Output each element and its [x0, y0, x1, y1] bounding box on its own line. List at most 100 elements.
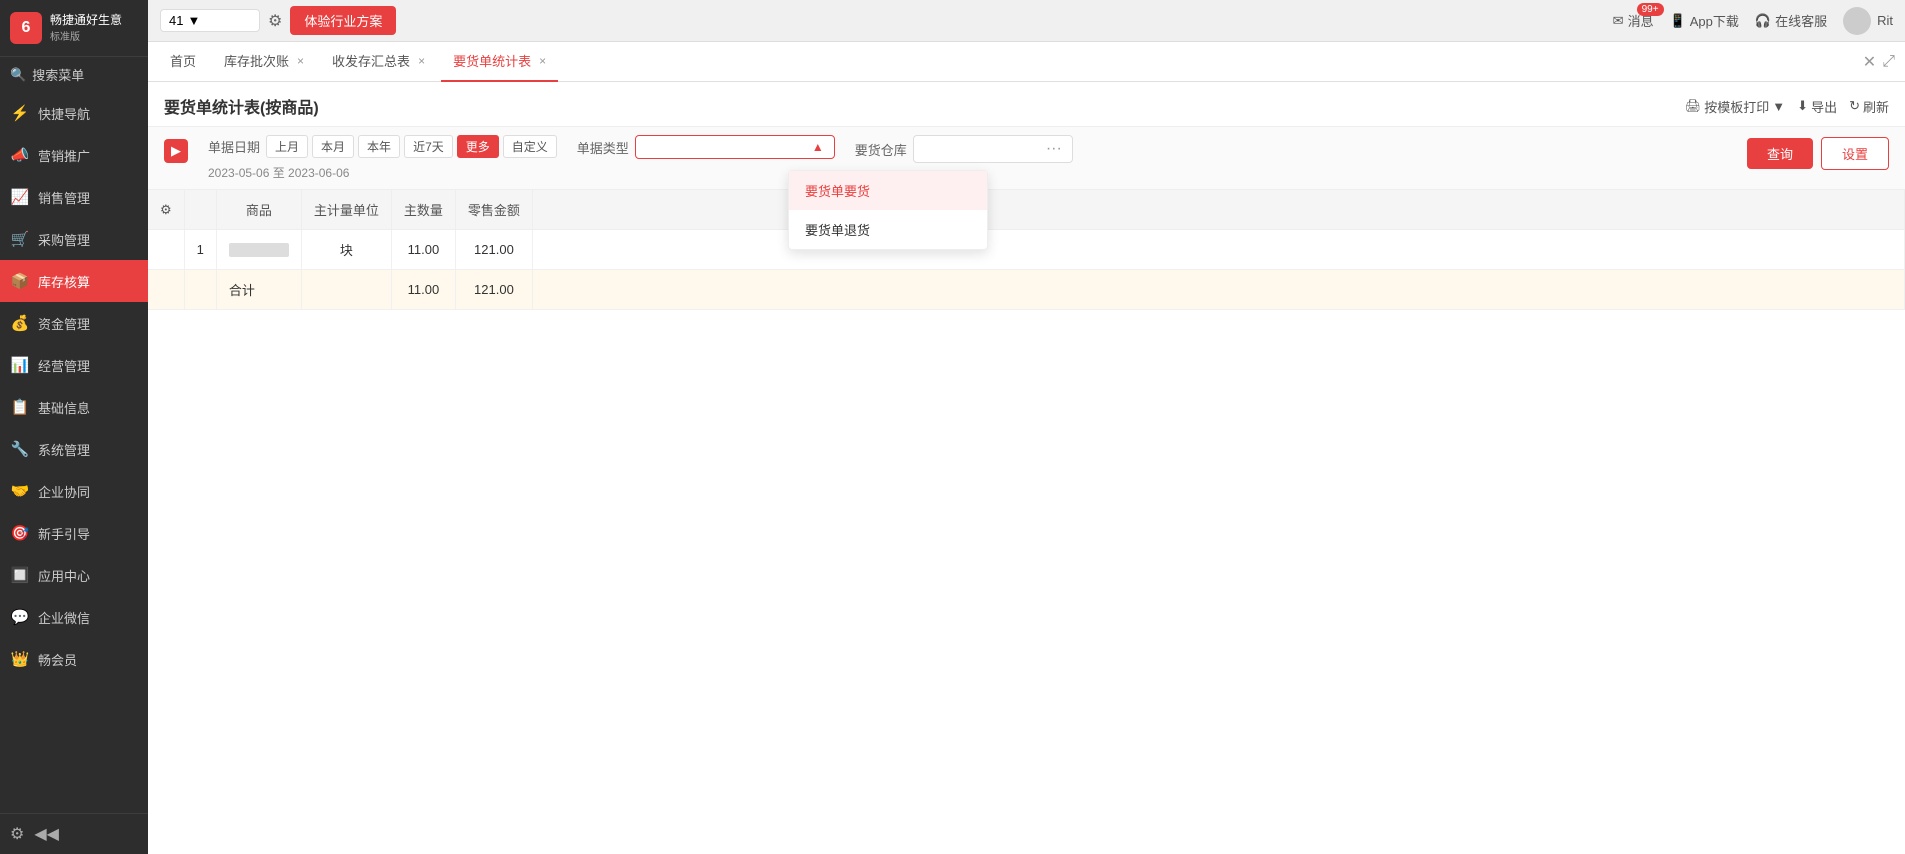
- headset-icon: 🎧: [1755, 13, 1771, 29]
- nav-label-system: 系统管理: [38, 440, 90, 459]
- sidebar-item-newbie[interactable]: 🎯 新手引导: [0, 512, 148, 554]
- custom-btn[interactable]: 自定义: [503, 135, 557, 158]
- nav-icon-inventory: 📦: [10, 271, 30, 291]
- message-btn[interactable]: ✉ 消息 99+: [1613, 11, 1654, 30]
- topbar: 41 ▼ ⚙ 体验行业方案 ✉ 消息 99+ 📱 App下载 🎧 在线客服 R: [148, 0, 1905, 42]
- tabs-actions: ✕ ⤢: [1863, 52, 1895, 72]
- dropdown-item-order-return[interactable]: 要货单退货: [789, 210, 987, 249]
- nav-label-operations: 经营管理: [38, 356, 90, 375]
- filter-expand-btn[interactable]: ▶: [164, 139, 188, 163]
- tab-inventory-batch-close[interactable]: ×: [297, 54, 304, 68]
- message-icon: ✉: [1613, 13, 1624, 29]
- footer-label: 合计: [216, 270, 301, 310]
- nav-label-purchase: 采购管理: [38, 230, 90, 249]
- online-service-btn[interactable]: 🎧 在线客服: [1755, 11, 1827, 30]
- more-btn[interactable]: 更多: [457, 135, 499, 158]
- this-month-btn[interactable]: 本月: [312, 135, 354, 158]
- user-area[interactable]: Rit: [1843, 7, 1893, 35]
- nav-icon-marketing: 📣: [10, 145, 30, 165]
- tab-order-summary-close[interactable]: ×: [539, 54, 546, 68]
- sidebar-item-purchase[interactable]: 🛒 采购管理: [0, 218, 148, 260]
- print-expand-icon: ▼: [1772, 99, 1785, 114]
- message-count: 99+: [1637, 3, 1664, 16]
- app-download-btn[interactable]: 📱 App下载: [1670, 11, 1739, 30]
- nav-label-appstore: 应用中心: [38, 566, 90, 585]
- print-label: 按模板打印: [1704, 97, 1769, 116]
- sidebar-search[interactable]: 🔍 搜索菜单: [0, 57, 148, 92]
- logo-sub: 标准版: [50, 28, 122, 43]
- nav-icon-operations: 📊: [10, 355, 30, 375]
- query-btn[interactable]: 查询: [1747, 138, 1813, 169]
- nav-icon-newbie: 🎯: [10, 523, 30, 543]
- sidebar-item-system[interactable]: 🔧 系统管理: [0, 428, 148, 470]
- export-btn[interactable]: ⬇ 导出: [1797, 97, 1837, 116]
- tab-inventory-batch-label: 库存批次账: [224, 51, 289, 70]
- tab-expand[interactable]: ⤢: [1882, 53, 1895, 71]
- nav-label-marketing: 营销推广: [38, 146, 90, 165]
- tab-receive-summary-label: 收发存汇总表: [332, 51, 410, 70]
- dropdown-item-order-goods[interactable]: 要货单要货: [789, 171, 987, 210]
- warehouse-select[interactable]: ···: [913, 135, 1073, 163]
- topbar-right: ✉ 消息 99+ 📱 App下载 🎧 在线客服 Rit: [1613, 7, 1893, 35]
- tab-close-all[interactable]: ✕: [1863, 52, 1876, 72]
- online-service-label: 在线客服: [1775, 11, 1827, 30]
- col-settings[interactable]: ⚙: [148, 190, 184, 230]
- topbar-select-value: 41: [169, 13, 183, 28]
- nav-label-newbie: 新手引导: [38, 524, 90, 543]
- sidebar-item-vip[interactable]: 👑 畅会员: [0, 638, 148, 680]
- nav-icon-purchase: 🛒: [10, 229, 30, 249]
- last-7-btn[interactable]: 近7天: [404, 135, 453, 158]
- last-month-btn[interactable]: 上月: [266, 135, 308, 158]
- page-area: 要货单统计表(按商品) 🖨 按模板打印 ▼ ⬇ 导出 ↻ 刷新 ▶: [148, 82, 1905, 854]
- refresh-icon: ↻: [1849, 98, 1860, 114]
- sidebar-search-label: 搜索菜单: [32, 65, 84, 84]
- topbar-left: 41 ▼ ⚙ 体验行业方案: [160, 6, 1605, 35]
- main-content: 41 ▼ ⚙ 体验行业方案 ✉ 消息 99+ 📱 App下载 🎧 在线客服 R: [148, 0, 1905, 854]
- sidebar-item-inventory[interactable]: 📦 库存核算: [0, 260, 148, 302]
- sidebar-item-quick-nav[interactable]: ⚡ 快捷导航: [0, 92, 148, 134]
- refresh-btn[interactable]: ↻ 刷新: [1849, 97, 1889, 116]
- tab-order-summary[interactable]: 要货单统计表 ×: [441, 42, 558, 82]
- print-btn[interactable]: 🖨 按模板打印 ▼: [1685, 97, 1785, 116]
- sidebar-item-finance[interactable]: 💰 资金管理: [0, 302, 148, 344]
- sidebar-item-enterprise[interactable]: 🤝 企业协同: [0, 470, 148, 512]
- sidebar-item-operations[interactable]: 📊 经营管理: [0, 344, 148, 386]
- nav-icon-wechat: 💬: [10, 607, 30, 627]
- tab-receive-summary-close[interactable]: ×: [418, 54, 425, 68]
- order-type-select[interactable]: ▲: [635, 135, 835, 159]
- tab-receive-summary[interactable]: 收发存汇总表 ×: [320, 42, 437, 82]
- sidebar-item-wechat[interactable]: 💬 企业微信: [0, 596, 148, 638]
- col-unit: 主计量单位: [301, 190, 391, 230]
- settings-btn[interactable]: 设置: [1821, 137, 1889, 170]
- nav-label-inventory: 库存核算: [38, 272, 90, 291]
- nav-label-finance: 资金管理: [38, 314, 90, 333]
- nav-icon-appstore: 🔲: [10, 565, 30, 585]
- tab-home[interactable]: 首页: [158, 42, 208, 82]
- data-table: ⚙ 商品 主计量单位 主数量 零售金额 1: [148, 190, 1905, 310]
- sidebar-item-marketing[interactable]: 📣 营销推广: [0, 134, 148, 176]
- nav-label-sales: 销售管理: [38, 188, 90, 207]
- warehouse-more-icon[interactable]: ···: [1046, 140, 1062, 158]
- sidebar-item-appstore[interactable]: 🔲 应用中心: [0, 554, 148, 596]
- page-actions: 🖨 按模板打印 ▼ ⬇ 导出 ↻ 刷新: [1685, 97, 1889, 116]
- tab-home-label: 首页: [170, 51, 196, 70]
- collapse-icon[interactable]: ◀◀: [34, 824, 59, 844]
- footer-empty2: [184, 270, 216, 310]
- user-name: Rit: [1877, 13, 1893, 28]
- tab-inventory-batch[interactable]: 库存批次账 ×: [212, 42, 316, 82]
- this-year-btn[interactable]: 本年: [358, 135, 400, 158]
- settings-icon[interactable]: ⚙: [10, 824, 24, 844]
- col-extra: [532, 190, 1904, 230]
- row-index: 1: [184, 230, 216, 270]
- industry-btn[interactable]: 体验行业方案: [290, 6, 396, 35]
- nav-label-wechat: 企业微信: [38, 608, 90, 627]
- export-label: 导出: [1811, 97, 1837, 116]
- order-type-arrow: ▲: [812, 140, 824, 154]
- tabs-bar: 首页 库存批次账 × 收发存汇总表 × 要货单统计表 × ✕ ⤢: [148, 42, 1905, 82]
- topbar-select[interactable]: 41 ▼: [160, 9, 260, 32]
- sidebar-item-basic[interactable]: 📋 基础信息: [0, 386, 148, 428]
- settings-gear-icon[interactable]: ⚙: [268, 11, 282, 31]
- col-retail-amount: 零售金额: [455, 190, 532, 230]
- sidebar-item-sales[interactable]: 📈 销售管理: [0, 176, 148, 218]
- logo-title: 畅捷通好生意: [50, 13, 122, 29]
